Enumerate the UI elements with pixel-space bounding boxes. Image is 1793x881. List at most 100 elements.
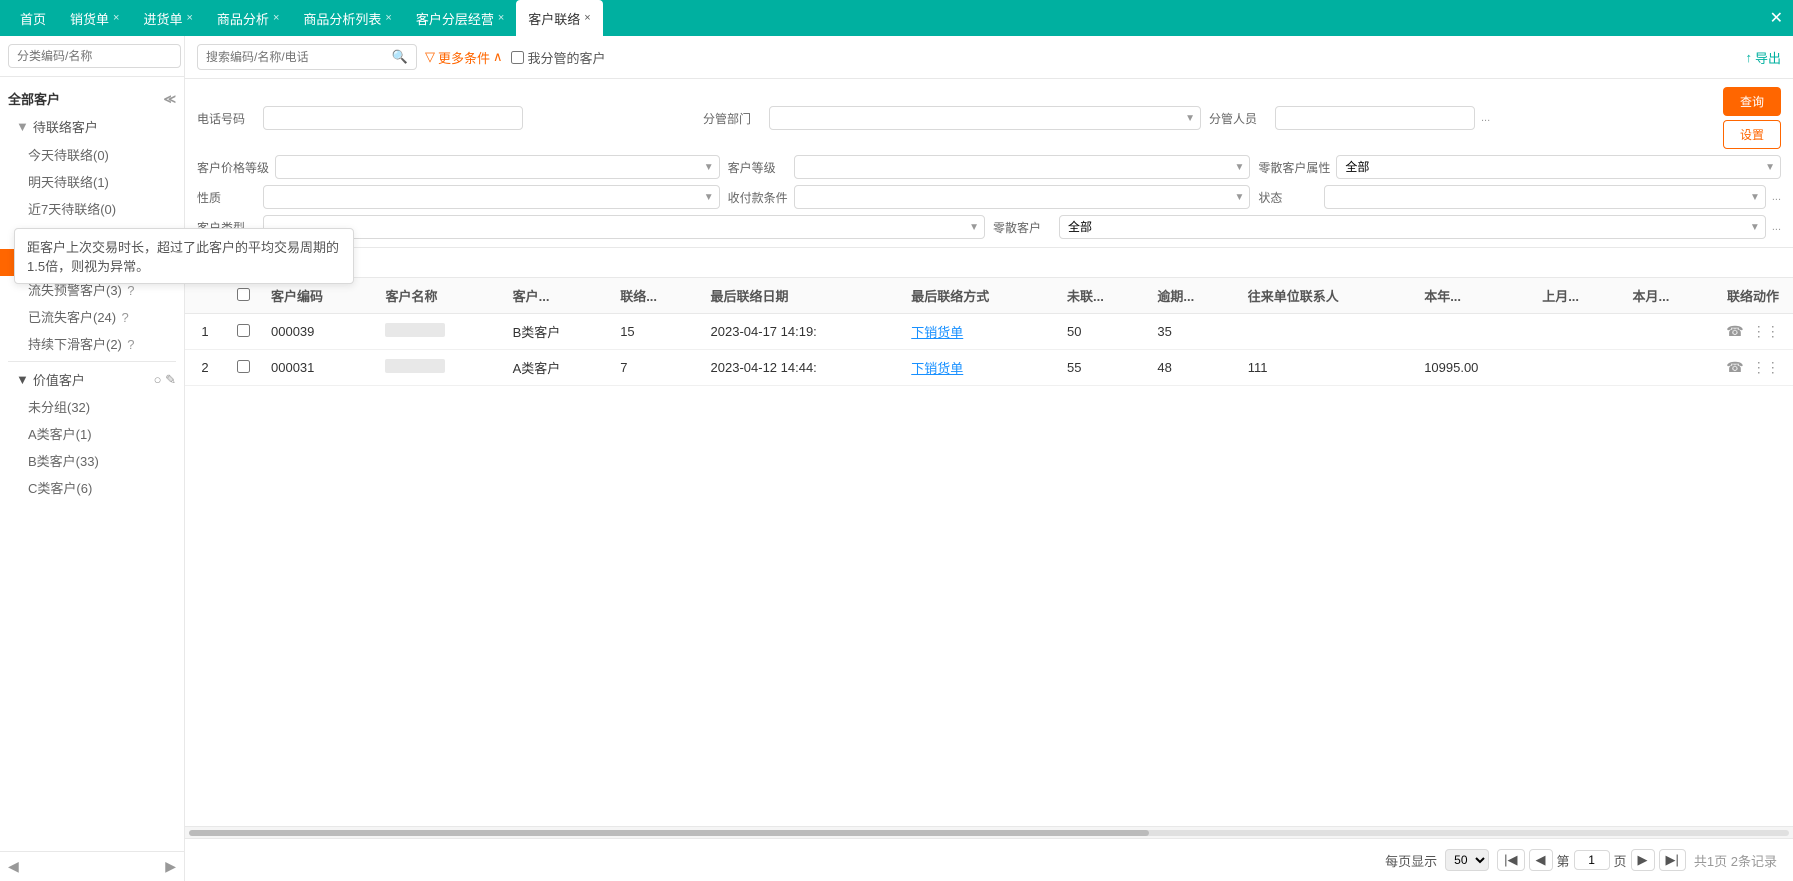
dept-select[interactable] <box>769 106 1201 130</box>
nav-sales-order-close[interactable]: × <box>113 12 119 24</box>
cell-last-month <box>1532 314 1622 350</box>
all-customers-header[interactable]: 全部客户 ≪ <box>0 85 184 112</box>
cell-uncontacted: 55 <box>1057 350 1147 386</box>
sidebar-already-lost[interactable]: 已流失客户(24) ? <box>0 303 184 330</box>
retail-customer-label: 零散客户 <box>993 219 1053 236</box>
sidebar-today-pending[interactable]: 今天待联络(0) <box>0 141 184 168</box>
phone-action-icon[interactable]: ☎ <box>1726 323 1743 340</box>
customer-table: 客户编码 客户名称 客户... 联络... <box>185 278 1793 386</box>
nav-purchase-order-close[interactable]: × <box>186 12 192 24</box>
filter-icon: ▽ <box>425 49 435 65</box>
sidebar-continuous-down[interactable]: 持续下滑客户(2) ? <box>0 330 184 357</box>
export-btn[interactable]: ↑ 导出 <box>1745 48 1781 67</box>
per-page-select[interactable]: 50 <box>1445 849 1489 871</box>
query-btn[interactable]: 查询 <box>1723 87 1781 116</box>
sidebar-search-input[interactable] <box>8 44 181 68</box>
nav-product-analysis-list-close[interactable]: × <box>385 12 391 24</box>
first-page-btn[interactable]: |◀ <box>1497 849 1524 871</box>
arrow-icon: ▼ <box>16 119 29 134</box>
prev-page-btn[interactable]: ◀ <box>1529 849 1553 871</box>
nav-purchase-order[interactable]: 进货单 × <box>131 0 204 36</box>
next-page-btn[interactable]: ▶ <box>1631 849 1655 871</box>
retail-attr-select[interactable]: 全部 <box>1336 155 1781 179</box>
sidebar-next-arrow[interactable]: ▶ <box>165 858 176 875</box>
status-more-btn[interactable]: ... <box>1772 191 1781 203</box>
filter-row-2: 客户价格等级 ▼ 客户等级 ▼ 零散客户属性 <box>197 155 1781 179</box>
nav-customer-contact[interactable]: 客户联络 × <box>516 0 602 36</box>
pay-term-select[interactable] <box>794 185 1251 209</box>
sidebar-week-pending[interactable]: 近7天待联络(0) <box>0 195 184 222</box>
select-all-checkbox[interactable] <box>237 288 250 301</box>
cell-last-contact-method: 下销货单 <box>901 350 1057 386</box>
gender-select[interactable] <box>263 185 720 209</box>
settings-btn[interactable]: 设置 <box>1723 120 1781 149</box>
value-customers-section[interactable]: ▼ 价值客户 ○ ✎ <box>0 366 184 393</box>
cell-contact-count: 15 <box>610 314 700 350</box>
close-all-btn[interactable]: ✕ <box>1770 8 1783 28</box>
filter-search-icon[interactable]: 🔍 <box>392 49 408 65</box>
row-checkbox[interactable] <box>237 324 250 337</box>
sidebar-tree: 全部客户 ≪ ▼ 待联络客户 今天待联络(0) 明天待联络(1) 近7天待联络(… <box>0 77 184 851</box>
phone-action-icon[interactable]: ☎ <box>1726 359 1743 376</box>
customer-grade-select[interactable] <box>794 155 1251 179</box>
sidebar-prev-arrow[interactable]: ◀ <box>8 858 19 875</box>
lost-preview-help-icon: ? <box>127 283 134 298</box>
customer-grade-label: 客户等级 <box>728 159 788 176</box>
more-action-icon[interactable]: ⋮⋮ <box>1752 323 1780 340</box>
table-body: 1 000039 B类客户 15 2023-04-17 14:19: 下销货单 … <box>185 314 1793 386</box>
sidebar-bottom: ◀ ▶ <box>0 851 184 881</box>
collapse-btn[interactable]: ≪ <box>163 92 176 106</box>
phone-input[interactable] <box>263 106 523 130</box>
my-customers-checkbox-label[interactable]: 我分管的客户 <box>511 48 606 67</box>
customer-type-select[interactable] <box>263 215 985 239</box>
person-input[interactable] <box>1275 106 1475 130</box>
nav-customer-tier-close[interactable]: × <box>498 12 504 24</box>
price-grade-select[interactable] <box>275 155 720 179</box>
page-input[interactable] <box>1574 850 1610 870</box>
cell-overdue: 35 <box>1147 314 1237 350</box>
nav-product-analysis[interactable]: 商品分析 × <box>205 0 291 36</box>
table-row: 2 000031 A类客户 7 2023-04-12 14:44: 下销货单 5… <box>185 350 1793 386</box>
cell-last-contact-date: 2023-04-17 14:19: <box>701 314 902 350</box>
bottom-scrollbar[interactable] <box>185 826 1793 838</box>
retail-more-btn[interactable]: ... <box>1772 221 1781 233</box>
status-label: 状态 <box>1258 189 1318 206</box>
edit-icons[interactable]: ○ ✎ <box>154 372 176 388</box>
nav-sales-order[interactable]: 销货单 × <box>58 0 131 36</box>
th-this-month: 本月... <box>1623 278 1713 314</box>
sidebar-class-a[interactable]: A类客户(1) <box>0 420 184 447</box>
nav-customer-contact-close[interactable]: × <box>584 12 590 24</box>
filter-search-input[interactable] <box>206 50 392 64</box>
nav-product-analysis-close[interactable]: × <box>273 12 279 24</box>
retail-customer-select-wrapper: 全部 ▼ <box>1059 215 1766 239</box>
filter-bar: 🔍 ▽ 更多条件 ∧ 我分管的客户 ↑ 导出 <box>185 36 1793 79</box>
person-more-btn[interactable]: ... <box>1481 112 1490 124</box>
nav-customer-tier[interactable]: 客户分层经营 × <box>404 0 516 36</box>
filter-row-1: 电话号码 分管部门 ▼ 分管人员 ... 查询 设置 <box>197 87 1781 149</box>
pending-contact-section[interactable]: ▼ 待联络客户 <box>0 112 184 141</box>
more-action-icon[interactable]: ⋮⋮ <box>1752 359 1780 376</box>
last-page-btn[interactable]: ▶| <box>1659 849 1686 871</box>
phone-field: 电话号码 <box>197 106 695 130</box>
nav-product-analysis-list[interactable]: 商品分析列表 × <box>291 0 403 36</box>
my-customers-checkbox[interactable] <box>511 51 524 64</box>
contact-method-link[interactable]: 下销货单 <box>911 361 963 376</box>
sidebar-class-b[interactable]: B类客户(33) <box>0 447 184 474</box>
contact-method-link[interactable]: 下销货单 <box>911 325 963 340</box>
sidebar-tomorrow-pending[interactable]: 明天待联络(1) <box>0 168 184 195</box>
status-select[interactable] <box>1324 185 1766 209</box>
filter-row-3: 性质 ▼ 收付款条件 ▼ 状态 <box>197 185 1781 209</box>
retail-customer-select[interactable]: 全部 <box>1059 215 1766 239</box>
row-checkbox[interactable] <box>237 360 250 373</box>
value-customers-arrow: ▼ <box>16 372 29 387</box>
more-conditions-btn[interactable]: ▽ 更多条件 ∧ <box>425 48 503 67</box>
sidebar: 🔍 全部客户 ≪ ▼ 待联络客户 今天待联络(0) 明天待联络(1) 近7天待联… <box>0 36 185 881</box>
nav-home[interactable]: 首页 <box>8 0 58 36</box>
table-wrapper[interactable]: 客户编码 客户名称 客户... 联络... <box>185 278 1793 826</box>
tooltip: 距客户上次交易时长，超过了此客户的平均交易周期的1.5倍，则视为异常。 <box>14 228 354 284</box>
sidebar-ungrouped[interactable]: 未分组(32) <box>0 393 184 420</box>
retail-customer-field: 零散客户 全部 ▼ ... <box>993 215 1781 239</box>
cell-customer-type: B类客户 <box>503 314 611 350</box>
sidebar-class-c[interactable]: C类客户(6) <box>0 474 184 501</box>
price-grade-label: 客户价格等级 <box>197 159 269 176</box>
